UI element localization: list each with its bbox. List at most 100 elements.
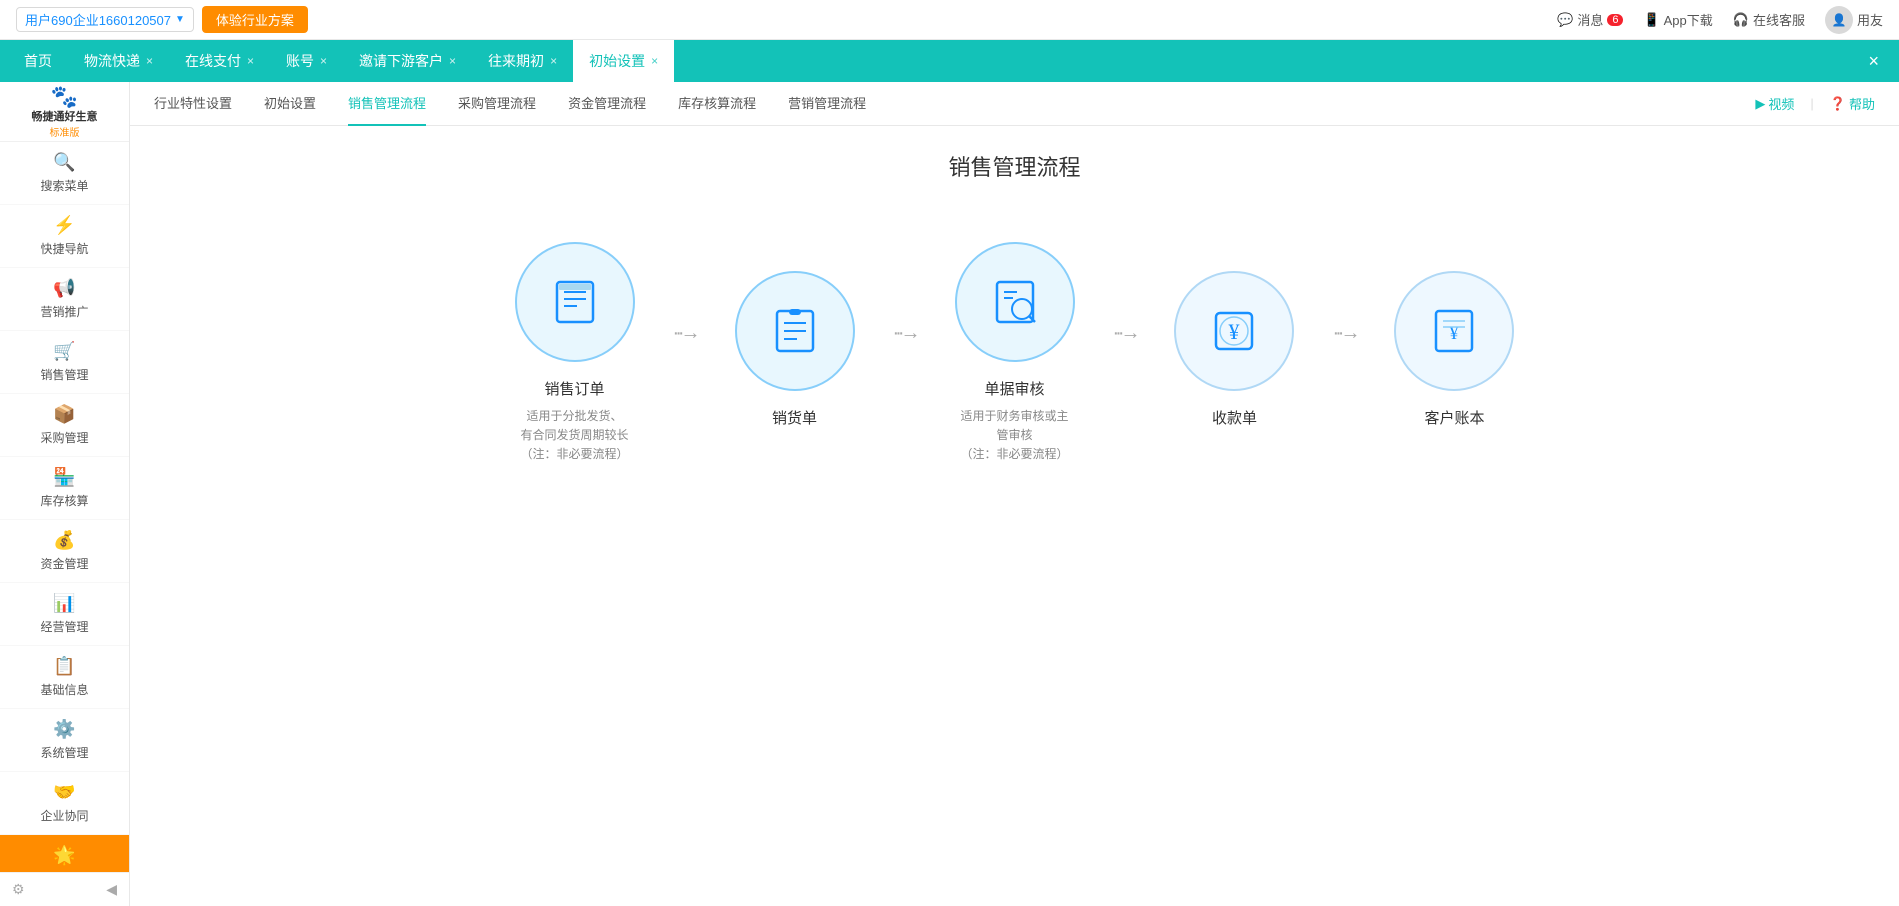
sidebar-bottom: ⚙ ◀ — [0, 872, 129, 906]
flow-circle-audit[interactable] — [955, 242, 1075, 362]
flow-circle-invoice[interactable] — [735, 271, 855, 391]
sidebar-item-operations[interactable]: 📊 经营管理 — [0, 583, 129, 646]
nav-account-close[interactable]: × — [320, 54, 327, 68]
help-link[interactable]: ❓ 帮助 — [1830, 94, 1875, 113]
flow-arrow-4: ···→ — [1332, 322, 1356, 385]
sidebar-inventory-label: 库存核算 — [40, 492, 88, 509]
main-nav: 首页 物流快递 × 在线支付 × 账号 × 邀请下游客户 × 往来期初 × 初始… — [0, 40, 1899, 82]
close-all-icon: × — [1868, 51, 1879, 71]
sidebar-item-baseinfo[interactable]: 📋 基础信息 — [0, 646, 129, 709]
flow-step-receipt: ¥ 收款单 — [1144, 271, 1324, 436]
nav-init[interactable]: 初始设置 × — [573, 40, 674, 82]
nav-logistics[interactable]: 物流快递 × — [68, 40, 169, 82]
nav-logistics-close[interactable]: × — [146, 54, 153, 68]
user-avatar-item[interactable]: 👤 用友 — [1825, 6, 1883, 34]
flow-circle-receipt[interactable]: ¥ — [1174, 271, 1294, 391]
flow-circle-order[interactable] — [515, 242, 635, 362]
enterprise-icon: 🤝 — [53, 782, 75, 803]
nav-close-all[interactable]: × — [1856, 51, 1891, 72]
system-icon: ⚙️ — [53, 719, 75, 740]
sidebar-item-search[interactable]: 🔍 搜索菜单 — [0, 142, 129, 205]
sidebar-item-sales[interactable]: 🛒 销售管理 — [0, 331, 129, 394]
subtab-sales-flow[interactable]: 销售管理流程 — [348, 82, 426, 126]
subtab-industry[interactable]: 行业特性设置 — [154, 82, 232, 126]
video-link[interactable]: ▶ 视频 — [1755, 94, 1794, 113]
headset-icon: 🎧 — [1733, 12, 1749, 28]
nav-logistics-label: 物流快递 — [84, 51, 140, 71]
flow-arrow-1: ···→ — [673, 322, 697, 385]
app-label: App下载 — [1664, 10, 1713, 29]
sidebar-purchase-label: 采购管理 — [40, 429, 88, 446]
help-icon: ❓ — [1830, 96, 1846, 112]
svg-text:¥: ¥ — [1450, 323, 1459, 343]
online-service-item[interactable]: 🎧 在线客服 — [1733, 10, 1805, 29]
logo-text: 畅捷通好生意 — [32, 110, 98, 124]
sidebar-quicknav-label: 快捷导航 — [40, 240, 88, 257]
sidebar-logo: 🐾 畅捷通好生意 标准版 — [0, 82, 129, 142]
sidebar-item-inventory[interactable]: 🏪 库存核算 — [0, 457, 129, 520]
layout: 🐾 畅捷通好生意 标准版 🔍 搜索菜单 ⚡ 快捷导航 📢 营销推广 🛒 销售管理 — [0, 82, 1899, 906]
sidebar-item-marketing[interactable]: 📢 营销推广 — [0, 268, 129, 331]
baseinfo-icon: 📋 — [53, 656, 75, 677]
sidebar-search-label: 搜索菜单 — [40, 177, 88, 194]
sidebar-item-purchase[interactable]: 📦 采购管理 — [0, 394, 129, 457]
nav-period[interactable]: 往来期初 × — [472, 40, 573, 82]
subtab-marketing-flow[interactable]: 营销管理流程 — [788, 82, 866, 126]
nav-account[interactable]: 账号 × — [270, 40, 343, 82]
nav-home-label: 首页 — [24, 51, 52, 71]
message-icon: 💬 — [1557, 12, 1573, 28]
content-area: 行业特性设置 初始设置 销售管理流程 采购管理流程 资金管理流程 库存核算流程 … — [130, 82, 1899, 906]
sidebar-operations-label: 经营管理 — [40, 618, 88, 635]
top-bar: 用户690企业1660120507 ▼ 体验行业方案 💬 消息 6 📱 App下… — [0, 0, 1899, 40]
collapse-icon[interactable]: ◀ — [106, 881, 117, 898]
settings-icon[interactable]: ⚙ — [12, 881, 25, 898]
app-download-item[interactable]: 📱 App下载 — [1643, 10, 1712, 29]
trial-button[interactable]: 体验行业方案 — [202, 6, 308, 33]
nav-payment[interactable]: 在线支付 × — [169, 40, 270, 82]
subtab-purchase-flow[interactable]: 采购管理流程 — [458, 82, 536, 126]
nav-period-close[interactable]: × — [550, 54, 557, 68]
sidebar-menu: 🔍 搜索菜单 ⚡ 快捷导航 📢 营销推广 🛒 销售管理 📦 采购管理 🏪 — [0, 142, 129, 872]
subtab-init[interactable]: 初始设置 — [264, 82, 316, 126]
sidebar-item-enterprise[interactable]: 🤝 企业协同 — [0, 772, 129, 835]
sub-tabs-right: ▶ 视频 | ❓ 帮助 — [1755, 94, 1875, 113]
flow-step-order: 销售订单 适用于分批发货、有合同发货周期较长（注：非必要流程） — [485, 242, 665, 465]
nav-account-label: 账号 — [286, 51, 314, 71]
flow-arrow-3: ···→ — [1113, 322, 1137, 385]
purchase-icon: 📦 — [53, 404, 75, 425]
search-icon: 🔍 — [53, 152, 75, 173]
sidebar: 🐾 畅捷通好生意 标准版 🔍 搜索菜单 ⚡ 快捷导航 📢 营销推广 🛒 销售管理 — [0, 82, 130, 906]
sidebar-enterprise-label: 企业协同 — [40, 807, 88, 824]
sidebar-item-finance[interactable]: 💰 资金管理 — [0, 520, 129, 583]
subtab-finance-flow[interactable]: 资金管理流程 — [568, 82, 646, 126]
nav-invite-label: 邀请下游客户 — [359, 51, 443, 71]
logo-icon: 🐾 — [51, 84, 78, 110]
flow-arrow-2: ···→ — [893, 322, 917, 385]
sidebar-item-newguide[interactable]: 🌟 新手引导 — [0, 835, 129, 872]
flow-desc-order: 适用于分批发货、有合同发货周期较长（注：非必要流程） — [521, 407, 629, 465]
sidebar-item-system[interactable]: ⚙️ 系统管理 — [0, 709, 129, 772]
top-bar-left: 用户690企业1660120507 ▼ 体验行业方案 — [16, 6, 308, 33]
sub-tabs: 行业特性设置 初始设置 销售管理流程 采购管理流程 资金管理流程 库存核算流程 … — [130, 82, 1899, 126]
top-bar-right: 💬 消息 6 📱 App下载 🎧 在线客服 👤 用友 — [1557, 6, 1883, 34]
nav-home[interactable]: 首页 — [8, 40, 68, 82]
nav-payment-close[interactable]: × — [247, 54, 254, 68]
avatar: 👤 — [1825, 6, 1853, 34]
flow-step-invoice: 销货单 — [705, 271, 885, 436]
finance-icon: 💰 — [53, 530, 75, 551]
subtab-inventory-flow[interactable]: 库存核算流程 — [678, 82, 756, 126]
flow-label-receipt: 收款单 — [1212, 407, 1257, 428]
message-item[interactable]: 💬 消息 6 — [1557, 10, 1623, 29]
sidebar-system-label: 系统管理 — [40, 744, 88, 761]
svg-text:¥: ¥ — [1229, 319, 1240, 344]
message-label: 消息 — [1577, 10, 1603, 29]
nav-init-close[interactable]: × — [651, 54, 658, 68]
service-label: 在线客服 — [1753, 10, 1805, 29]
flow-circle-ledger[interactable]: ¥ — [1394, 271, 1514, 391]
sidebar-finance-label: 资金管理 — [40, 555, 88, 572]
nav-invite[interactable]: 邀请下游客户 × — [343, 40, 472, 82]
user-select[interactable]: 用户690企业1660120507 ▼ — [16, 7, 194, 32]
sidebar-item-quicknav[interactable]: ⚡ 快捷导航 — [0, 205, 129, 268]
quicknav-icon: ⚡ — [53, 215, 75, 236]
nav-invite-close[interactable]: × — [449, 54, 456, 68]
